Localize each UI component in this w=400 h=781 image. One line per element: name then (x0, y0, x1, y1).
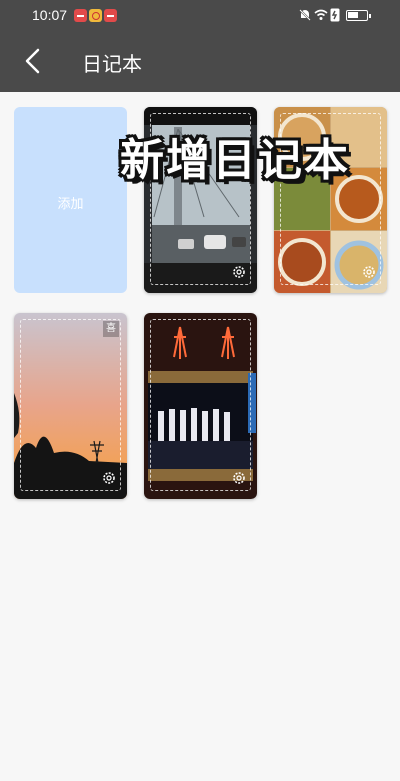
card-frame (20, 319, 121, 491)
status-time: 10:07 (32, 7, 68, 23)
app-notification-icon (104, 9, 117, 22)
settings-gear-icon[interactable] (231, 470, 247, 486)
settings-gear-icon[interactable] (101, 470, 117, 486)
diary-cover-sunset[interactable]: 喜 (14, 313, 127, 499)
app-header: 10:07 日记本 (0, 0, 400, 92)
settings-gear-icon[interactable] (361, 264, 377, 280)
wifi-icon (314, 9, 328, 20)
nfc-icon (330, 8, 340, 22)
weibo-notification-icon (89, 9, 102, 22)
mute-bell-icon (299, 9, 311, 21)
add-diary-label: 添加 (57, 197, 84, 212)
settings-gear-icon[interactable] (231, 264, 247, 280)
mood-badge: 喜 (103, 321, 119, 337)
diary-cover-concert[interactable] (144, 313, 257, 499)
overlay-caption: 新增日记本 (120, 135, 350, 186)
battery-icon (346, 10, 371, 21)
page-title: 日记本 (82, 52, 142, 76)
back-arrow-icon[interactable] (20, 46, 46, 76)
status-bar: 10:07 (0, 0, 400, 32)
card-frame (150, 319, 251, 491)
app-notification-icon (74, 9, 87, 22)
